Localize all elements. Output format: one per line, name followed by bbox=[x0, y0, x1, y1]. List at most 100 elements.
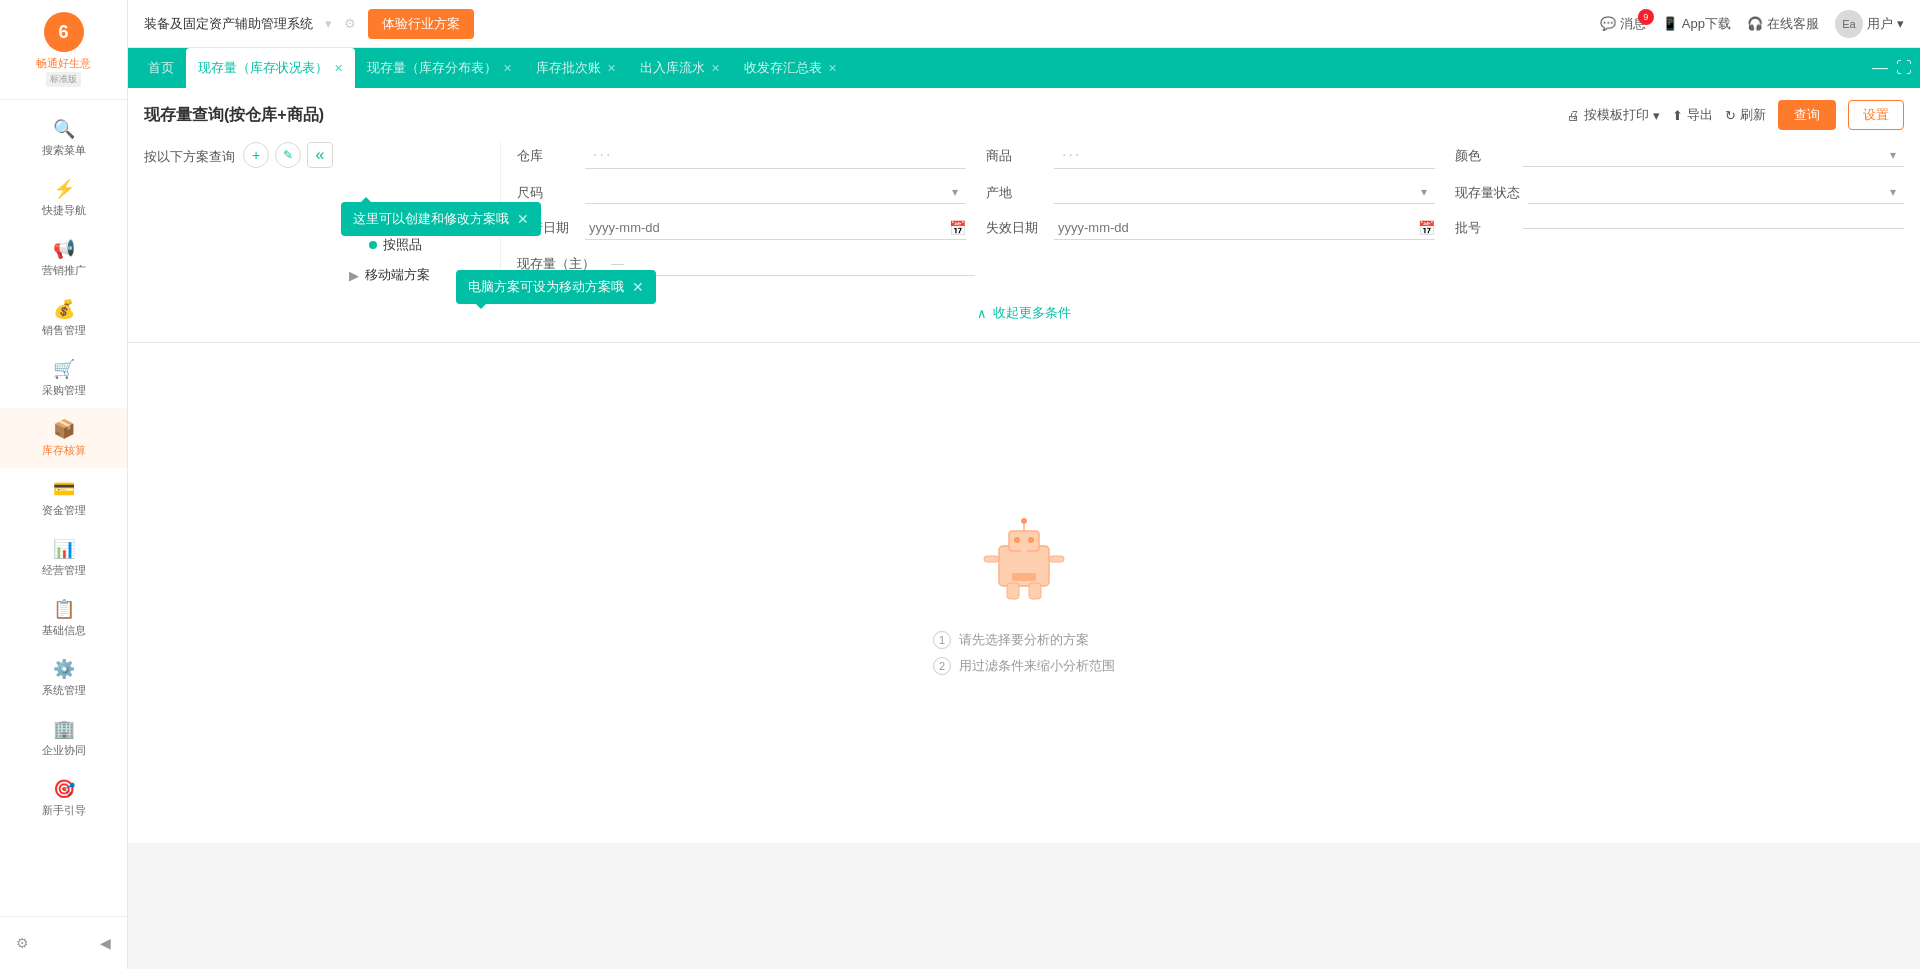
empty-state: 1 请先选择要分析的方案 2 用过滤条件来缩小分析范围 bbox=[913, 431, 1135, 755]
size-select[interactable]: ▾ bbox=[585, 181, 966, 204]
tooltip-close-1[interactable]: ✕ bbox=[632, 279, 644, 295]
online-support-label: 在线客服 bbox=[1767, 15, 1819, 33]
sidebar-item-quick-nav[interactable]: ⚡ 快捷导航 bbox=[0, 168, 127, 228]
svg-point-3 bbox=[1028, 537, 1034, 543]
calendar-icon-production[interactable]: 📅 bbox=[949, 220, 966, 236]
app-download-btn[interactable]: 📱 App下载 bbox=[1662, 15, 1731, 33]
edit-scheme-btn[interactable]: ✎ bbox=[275, 142, 301, 168]
phone-icon: 📱 bbox=[1662, 16, 1678, 31]
tab-home-label: 首页 bbox=[148, 59, 174, 77]
sidebar-collapse-btn[interactable]: ◀ bbox=[91, 929, 119, 957]
sidebar-item-sales[interactable]: 💰 销售管理 bbox=[0, 288, 127, 348]
expiry-date-input-wrap[interactable]: 📅 bbox=[1054, 216, 1435, 240]
sales-icon: 💰 bbox=[53, 298, 75, 320]
online-support-btn[interactable]: 🎧 在线客服 bbox=[1747, 15, 1819, 33]
sidebar-item-purchase[interactable]: 🛒 采购管理 bbox=[0, 348, 127, 408]
sidebar-item-label: 经营管理 bbox=[42, 563, 86, 578]
tab-inventory-dist-close[interactable]: ✕ bbox=[503, 62, 512, 75]
sidebar-item-label: 资金管理 bbox=[42, 503, 86, 518]
tooltip-close-2[interactable]: ✕ bbox=[517, 211, 529, 227]
enterprise-icon: 🏢 bbox=[53, 718, 75, 740]
svg-rect-9 bbox=[1029, 583, 1041, 599]
size-label: 尺码 bbox=[517, 184, 577, 202]
warehouse-select[interactable]: ··· bbox=[585, 142, 966, 169]
form-row-stock-status: 现存量状态 ▾ bbox=[1455, 181, 1904, 204]
system-icon: ⚙️ bbox=[53, 658, 75, 680]
step-num-2: 2 bbox=[933, 657, 951, 675]
sidebar-settings-btn[interactable]: ⚙ bbox=[8, 929, 36, 957]
stock-status-select[interactable]: ▾ bbox=[1528, 181, 1904, 204]
tab-inout-flow-label: 出入库流水 bbox=[640, 59, 705, 77]
form-area: 仓库 ··· 商品 ··· bbox=[501, 142, 1904, 284]
production-date-input[interactable] bbox=[585, 216, 945, 239]
tab-maximize-btn[interactable]: ⛶ bbox=[1896, 59, 1912, 77]
template-print-btn[interactable]: 🖨 按模板打印 ▾ bbox=[1567, 106, 1660, 124]
settings-btn[interactable]: ⚙ bbox=[344, 16, 356, 31]
query-btn[interactable]: 查询 bbox=[1778, 100, 1836, 130]
sidebar-item-operations[interactable]: 📊 经营管理 bbox=[0, 528, 127, 588]
tab-inout-flow-close[interactable]: ✕ bbox=[711, 62, 720, 75]
page-content: 现存量查询(按仓库+商品) 🖨 按模板打印 ▾ ⬆ 导出 ↻ 刷新 bbox=[128, 88, 1920, 969]
sidebar-item-label: 销售管理 bbox=[42, 323, 86, 338]
sidebar-item-guide[interactable]: 🎯 新手引导 bbox=[0, 768, 127, 828]
form-row-origin: 产地 ▾ bbox=[986, 181, 1435, 204]
basic-info-icon: 📋 bbox=[53, 598, 75, 620]
form-row-production-date: 生产日期 📅 bbox=[517, 216, 966, 240]
export-btn[interactable]: ⬆ 导出 bbox=[1672, 106, 1713, 124]
form-row-size: 尺码 ▾ bbox=[517, 181, 966, 204]
tooltip-text-1: 电脑方案可设为移动方案哦 bbox=[468, 278, 624, 296]
svg-rect-8 bbox=[1007, 583, 1019, 599]
tab-collect-summary-close[interactable]: ✕ bbox=[828, 62, 837, 75]
marketing-icon: 📢 bbox=[53, 238, 75, 260]
svg-point-2 bbox=[1014, 537, 1020, 543]
warehouse-label: 仓库 bbox=[517, 147, 577, 165]
sidebar-item-finance[interactable]: 💳 资金管理 bbox=[0, 468, 127, 528]
color-select[interactable]: ▾ bbox=[1523, 144, 1904, 167]
empty-state-area: 1 请先选择要分析的方案 2 用过滤条件来缩小分析范围 bbox=[128, 343, 1920, 843]
sidebar-item-search[interactable]: 🔍 搜索菜单 bbox=[0, 108, 127, 168]
tab-inventory-status[interactable]: 现存量（库存状况表） ✕ bbox=[186, 48, 355, 88]
sidebar-item-system[interactable]: ⚙️ 系统管理 bbox=[0, 648, 127, 708]
chevron-up-icon: ∧ bbox=[977, 306, 987, 321]
tab-collect-summary[interactable]: 收发存汇总表 ✕ bbox=[732, 48, 849, 88]
tab-minimize-btn[interactable]: — bbox=[1872, 59, 1888, 77]
finance-icon: 💳 bbox=[53, 478, 75, 500]
tab-batch-account-label: 库存批次账 bbox=[536, 59, 601, 77]
origin-select[interactable]: ▾ bbox=[1054, 181, 1435, 204]
tab-inventory-dist[interactable]: 现存量（库存分布表） ✕ bbox=[355, 48, 524, 88]
search-icon: 🔍 bbox=[53, 118, 75, 140]
bell-icon: 💬 bbox=[1600, 16, 1616, 31]
tab-inventory-status-close[interactable]: ✕ bbox=[334, 62, 343, 75]
refresh-btn[interactable]: ↻ 刷新 bbox=[1725, 106, 1766, 124]
settings-btn-page[interactable]: 设置 bbox=[1848, 100, 1904, 130]
sidebar-menu: 🔍 搜索菜单 ⚡ 快捷导航 📢 营销推广 💰 销售管理 🛒 采购管理 📦 库存核… bbox=[0, 100, 127, 916]
tab-batch-account[interactable]: 库存批次账 ✕ bbox=[524, 48, 628, 88]
user-avatar[interactable]: Ea 用户 ▾ bbox=[1835, 10, 1904, 38]
tab-home[interactable]: 首页 bbox=[136, 48, 186, 88]
calendar-icon-expiry[interactable]: 📅 bbox=[1418, 220, 1435, 236]
tab-batch-account-close[interactable]: ✕ bbox=[607, 62, 616, 75]
goods-select[interactable]: ··· bbox=[1054, 142, 1435, 169]
collapse-btn[interactable]: ∧ 收起更多条件 bbox=[144, 296, 1904, 330]
back-btn[interactable]: « bbox=[307, 142, 333, 168]
tab-inventory-dist-label: 现存量（库存分布表） bbox=[367, 59, 497, 77]
svg-rect-1 bbox=[1009, 531, 1039, 551]
step-1-text: 请先选择要分析的方案 bbox=[959, 631, 1089, 649]
sidebar-bottom: ⚙ ◀ bbox=[0, 916, 127, 969]
notification-btn[interactable]: 💬 9 App下载 消息 bbox=[1600, 15, 1646, 33]
svg-rect-4 bbox=[1021, 549, 1027, 554]
sidebar-item-basic-info[interactable]: 📋 基础信息 bbox=[0, 588, 127, 648]
quick-nav-icon: ⚡ bbox=[53, 178, 75, 200]
production-date-input-wrap[interactable]: 📅 bbox=[585, 216, 966, 240]
expiry-date-label: 失效日期 bbox=[986, 219, 1046, 237]
trial-btn[interactable]: 体验行业方案 bbox=[368, 9, 474, 39]
topbar: 装备及固定资产辅助管理系统 ▾ ⚙ 体验行业方案 💬 9 App下载 消息 📱 … bbox=[128, 0, 1920, 48]
sidebar-item-label: 营销推广 bbox=[42, 263, 86, 278]
sidebar-item-inventory[interactable]: 📦 库存核算 bbox=[0, 408, 127, 468]
sidebar-item-enterprise[interactable]: 🏢 企业协同 bbox=[0, 708, 127, 768]
add-scheme-btn[interactable]: + bbox=[243, 142, 269, 168]
empty-step-1: 1 请先选择要分析的方案 bbox=[933, 631, 1115, 649]
sidebar-item-marketing[interactable]: 📢 营销推广 bbox=[0, 228, 127, 288]
tab-inout-flow[interactable]: 出入库流水 ✕ bbox=[628, 48, 732, 88]
expiry-date-input[interactable] bbox=[1054, 216, 1414, 239]
